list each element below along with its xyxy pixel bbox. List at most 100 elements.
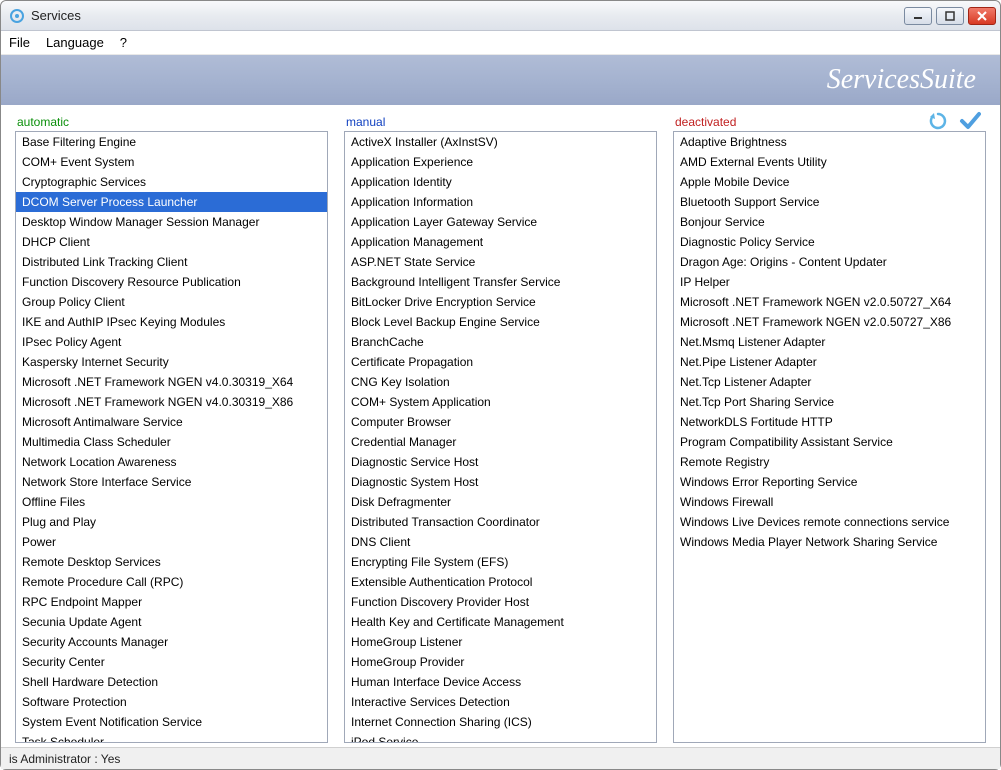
- list-item[interactable]: Offline Files: [16, 492, 327, 512]
- list-item[interactable]: Security Accounts Manager: [16, 632, 327, 652]
- list-item[interactable]: Credential Manager: [345, 432, 656, 452]
- list-item[interactable]: Microsoft .NET Framework NGEN v4.0.30319…: [16, 372, 327, 392]
- list-item[interactable]: Network Location Awareness: [16, 452, 327, 472]
- list-item[interactable]: Diagnostic System Host: [345, 472, 656, 492]
- list-item[interactable]: HomeGroup Provider: [345, 652, 656, 672]
- list-item[interactable]: Internet Connection Sharing (ICS): [345, 712, 656, 732]
- list-item[interactable]: Kaspersky Internet Security: [16, 352, 327, 372]
- close-button[interactable]: [968, 7, 996, 25]
- list-item[interactable]: Function Discovery Provider Host: [345, 592, 656, 612]
- list-item[interactable]: Application Experience: [345, 152, 656, 172]
- list-item[interactable]: COM+ System Application: [345, 392, 656, 412]
- list-item[interactable]: Software Protection: [16, 692, 327, 712]
- list-item[interactable]: Windows Firewall: [674, 492, 985, 512]
- list-item[interactable]: Remote Procedure Call (RPC): [16, 572, 327, 592]
- list-item[interactable]: Microsoft .NET Framework NGEN v2.0.50727…: [674, 312, 985, 332]
- list-item[interactable]: Adaptive Brightness: [674, 132, 985, 152]
- list-item[interactable]: Application Identity: [345, 172, 656, 192]
- list-item[interactable]: Program Compatibility Assistant Service: [674, 432, 985, 452]
- list-item[interactable]: Windows Media Player Network Sharing Ser…: [674, 532, 985, 552]
- list-item[interactable]: Secunia Update Agent: [16, 612, 327, 632]
- list-item[interactable]: Disk Defragmenter: [345, 492, 656, 512]
- menu-language[interactable]: Language: [46, 35, 104, 50]
- list-item[interactable]: NetworkDLS Fortitude HTTP: [674, 412, 985, 432]
- list-item[interactable]: DNS Client: [345, 532, 656, 552]
- list-item[interactable]: Network Store Interface Service: [16, 472, 327, 492]
- refresh-icon[interactable]: [927, 110, 949, 132]
- list-item[interactable]: Background Intelligent Transfer Service: [345, 272, 656, 292]
- list-item[interactable]: System Event Notification Service: [16, 712, 327, 732]
- list-item[interactable]: Base Filtering Engine: [16, 132, 327, 152]
- list-item[interactable]: RPC Endpoint Mapper: [16, 592, 327, 612]
- list-item[interactable]: Diagnostic Service Host: [345, 452, 656, 472]
- list-item[interactable]: IPsec Policy Agent: [16, 332, 327, 352]
- list-item[interactable]: DCOM Server Process Launcher: [16, 192, 327, 212]
- list-item[interactable]: Bonjour Service: [674, 212, 985, 232]
- banner: ServicesSuite: [1, 55, 1000, 105]
- maximize-button[interactable]: [936, 7, 964, 25]
- list-deactivated[interactable]: Adaptive BrightnessAMD External Events U…: [673, 131, 986, 743]
- list-item[interactable]: Human Interface Device Access: [345, 672, 656, 692]
- list-item[interactable]: ASP.NET State Service: [345, 252, 656, 272]
- column-deactivated: deactivated Adaptive BrightnessAMD Exter…: [673, 115, 986, 743]
- list-item[interactable]: Windows Live Devices remote connections …: [674, 512, 985, 532]
- list-item[interactable]: Net.Tcp Listener Adapter: [674, 372, 985, 392]
- list-item[interactable]: Net.Msmq Listener Adapter: [674, 332, 985, 352]
- list-item[interactable]: BitLocker Drive Encryption Service: [345, 292, 656, 312]
- list-item[interactable]: Remote Registry: [674, 452, 985, 472]
- list-item[interactable]: Diagnostic Policy Service: [674, 232, 985, 252]
- list-item[interactable]: Function Discovery Resource Publication: [16, 272, 327, 292]
- list-item[interactable]: Application Management: [345, 232, 656, 252]
- list-item[interactable]: Plug and Play: [16, 512, 327, 532]
- list-item[interactable]: HomeGroup Listener: [345, 632, 656, 652]
- minimize-button[interactable]: [904, 7, 932, 25]
- list-item[interactable]: Block Level Backup Engine Service: [345, 312, 656, 332]
- list-item[interactable]: Application Information: [345, 192, 656, 212]
- header-automatic: automatic: [17, 115, 328, 129]
- list-item[interactable]: Encrypting File System (EFS): [345, 552, 656, 572]
- list-item[interactable]: Windows Error Reporting Service: [674, 472, 985, 492]
- list-item[interactable]: Security Center: [16, 652, 327, 672]
- list-item[interactable]: Group Policy Client: [16, 292, 327, 312]
- list-item[interactable]: CNG Key Isolation: [345, 372, 656, 392]
- list-manual[interactable]: ActiveX Installer (AxInstSV)Application …: [344, 131, 657, 743]
- menu-help[interactable]: ?: [120, 35, 127, 50]
- list-item[interactable]: Apple Mobile Device: [674, 172, 985, 192]
- list-item[interactable]: Net.Pipe Listener Adapter: [674, 352, 985, 372]
- list-item[interactable]: Application Layer Gateway Service: [345, 212, 656, 232]
- list-item[interactable]: iPod Service: [345, 732, 656, 743]
- list-item[interactable]: BranchCache: [345, 332, 656, 352]
- list-item[interactable]: Interactive Services Detection: [345, 692, 656, 712]
- list-item[interactable]: Microsoft .NET Framework NGEN v4.0.30319…: [16, 392, 327, 412]
- list-item[interactable]: AMD External Events Utility: [674, 152, 985, 172]
- column-manual: manual ActiveX Installer (AxInstSV)Appli…: [344, 115, 657, 743]
- list-item[interactable]: COM+ Event System: [16, 152, 327, 172]
- list-item[interactable]: Multimedia Class Scheduler: [16, 432, 327, 452]
- list-item[interactable]: ActiveX Installer (AxInstSV): [345, 132, 656, 152]
- list-item[interactable]: Desktop Window Manager Session Manager: [16, 212, 327, 232]
- list-item[interactable]: Dragon Age: Origins - Content Updater: [674, 252, 985, 272]
- list-item[interactable]: IKE and AuthIP IPsec Keying Modules: [16, 312, 327, 332]
- list-item[interactable]: Microsoft Antimalware Service: [16, 412, 327, 432]
- list-item[interactable]: Distributed Link Tracking Client: [16, 252, 327, 272]
- list-item[interactable]: IP Helper: [674, 272, 985, 292]
- list-automatic[interactable]: Base Filtering EngineCOM+ Event SystemCr…: [15, 131, 328, 743]
- list-item[interactable]: Net.Tcp Port Sharing Service: [674, 392, 985, 412]
- list-item[interactable]: Cryptographic Services: [16, 172, 327, 192]
- list-item[interactable]: Extensible Authentication Protocol: [345, 572, 656, 592]
- list-item[interactable]: Task Scheduler: [16, 732, 327, 743]
- list-item[interactable]: Microsoft .NET Framework NGEN v2.0.50727…: [674, 292, 985, 312]
- content: automatic Base Filtering EngineCOM+ Even…: [1, 105, 1000, 747]
- list-item[interactable]: Power: [16, 532, 327, 552]
- list-item[interactable]: Computer Browser: [345, 412, 656, 432]
- header-manual: manual: [346, 115, 657, 129]
- list-item[interactable]: Health Key and Certificate Management: [345, 612, 656, 632]
- list-item[interactable]: Bluetooth Support Service: [674, 192, 985, 212]
- list-item[interactable]: Remote Desktop Services: [16, 552, 327, 572]
- list-item[interactable]: DHCP Client: [16, 232, 327, 252]
- list-item[interactable]: Shell Hardware Detection: [16, 672, 327, 692]
- check-icon[interactable]: [959, 110, 981, 132]
- list-item[interactable]: Certificate Propagation: [345, 352, 656, 372]
- menu-file[interactable]: File: [9, 35, 30, 50]
- list-item[interactable]: Distributed Transaction Coordinator: [345, 512, 656, 532]
